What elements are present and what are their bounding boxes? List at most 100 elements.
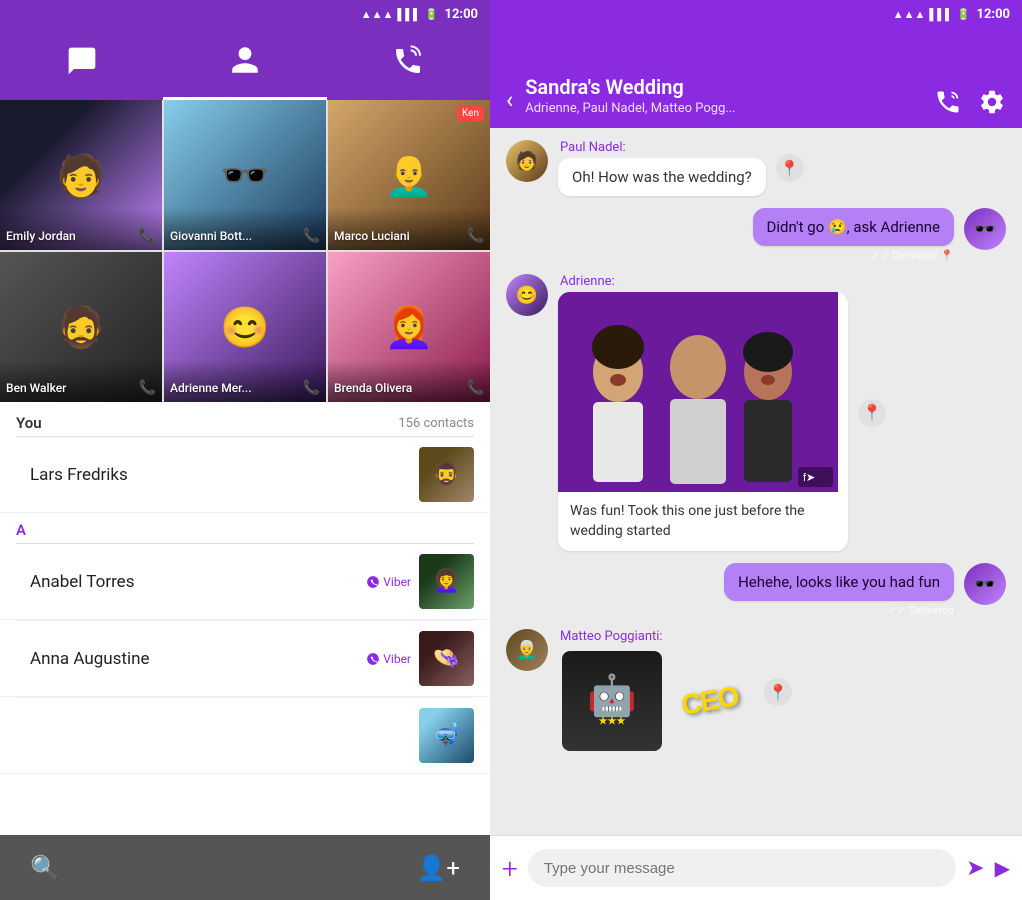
contact-item-lars[interactable]: Lars Fredriks 🧔‍♂️ xyxy=(0,437,490,513)
contacts-section-you-header: You 156 contacts xyxy=(0,402,490,436)
left-status-bar: ▲▲▲ ▌▌▌ 🔋 12:00 xyxy=(0,0,490,28)
contact-item-anna[interactable]: Anna Augustine Viber 👒 xyxy=(0,621,490,697)
svg-text:f➤: f➤ xyxy=(803,472,815,484)
anabel-photo: 👩‍🦱 xyxy=(419,554,474,609)
message-bubble-out2: Hehehe, looks like you had fun xyxy=(724,563,954,601)
right-header-actions xyxy=(934,88,1006,116)
add-button[interactable]: + xyxy=(502,852,518,885)
message-text-out1: Didn't go 😢, ask Adrienne xyxy=(767,218,940,236)
message-row-adrienne-media: 😊 Adrienne: xyxy=(506,274,1006,551)
chat-input-bar: + ➤ ▶ xyxy=(490,835,1022,900)
contact-info-anna: Anna Augustine xyxy=(30,649,366,669)
grid-item-phone-giovanni: 📞 xyxy=(303,228,320,244)
grid-item-ben[interactable]: 🧔 Ben Walker 📞 xyxy=(0,252,162,402)
grid-item-name-giovanni: Giovanni Bott... xyxy=(170,229,252,243)
anabel-viber-label: Viber xyxy=(383,575,411,589)
message-container-matteo: Matteo Poggianti: 🤖 ★★★ CEO xyxy=(558,629,754,755)
grid-item-phone-ben: 📞 xyxy=(139,380,156,396)
tab-contacts[interactable] xyxy=(163,30,326,100)
add-contact-button[interactable]: 👤+ xyxy=(417,854,461,882)
sender-adrienne: Adrienne: xyxy=(558,274,848,289)
viber-icon-anabel xyxy=(366,575,380,589)
chat-settings-button[interactable] xyxy=(978,88,1006,116)
message-text-out2: Hehehe, looks like you had fun xyxy=(738,573,940,591)
sticker-2: CEO xyxy=(670,661,750,741)
contact-item-extra[interactable]: 🤿 xyxy=(0,698,490,774)
grid-item-marco[interactable]: 👨‍🦲 Ken Marco Luciani 📞 xyxy=(328,100,490,250)
right-panel: ▲▲▲ ▌▌▌ 🔋 12:00 ‹ Sandra's Wedding Adrie… xyxy=(490,0,1022,900)
grid-item-giovanni[interactable]: 🕶️ Giovanni Bott... 📞 xyxy=(164,100,326,250)
sticker-group: 🤖 ★★★ CEO xyxy=(562,651,750,751)
sticker-bubble-matteo: 🤖 ★★★ CEO xyxy=(558,647,754,755)
grid-item-phone-adrienne: 📞 xyxy=(303,380,320,396)
right-header: ‹ Sandra's Wedding Adrienne, Paul Nadel,… xyxy=(490,28,1022,128)
location-pin-paul[interactable]: 📍 xyxy=(776,154,804,182)
contact-name-anabel: Anabel Torres xyxy=(30,572,134,592)
grid-item-name-emily: Emily Jordan xyxy=(6,229,76,243)
contact-name-anna: Anna Augustine xyxy=(30,649,150,669)
right-time: 12:00 xyxy=(977,7,1011,22)
anna-photo: 👒 xyxy=(419,631,474,686)
ceo-text: CEO xyxy=(679,680,741,722)
message-status-out1: ✓✓ Delivered 📍 xyxy=(753,249,954,262)
section-divider-a: A xyxy=(0,513,490,543)
sender-paul: Paul Nadel: xyxy=(558,140,766,155)
avatar-out2: 🕶️ xyxy=(964,563,1006,605)
anna-viber-badge: Viber xyxy=(366,652,411,666)
grid-item-brenda[interactable]: 👩‍🦰 Brenda Olivera 📞 xyxy=(328,252,490,402)
message-row-out2: 🕶️ Hehehe, looks like you had fun ✓✓ Del… xyxy=(506,563,1006,617)
message-row-paul: 🧑 Paul Nadel: Oh! How was the wedding? 📍 xyxy=(506,140,1006,196)
right-header-info: Sandra's Wedding Adrienne, Paul Nadel, M… xyxy=(525,75,922,116)
location-pin-adrienne[interactable]: 📍 xyxy=(858,399,886,427)
left-status-icons: ▲▲▲ ▌▌▌ 🔋 xyxy=(361,8,439,21)
search-button[interactable]: 🔍 xyxy=(30,854,60,882)
contacts-grid: 🧑 Emily Jordan 📞 🕶️ Giovanni Bott... 📞 👨… xyxy=(0,100,490,402)
grid-item-name-brenda: Brenda Olivera xyxy=(334,381,412,395)
delivered-text-out1: ✓✓ Delivered xyxy=(871,249,937,262)
grid-item-emily[interactable]: 🧑 Emily Jordan 📞 xyxy=(0,100,162,250)
grid-item-overlay-ben: Ben Walker 📞 xyxy=(0,360,162,402)
location-pin-matteo[interactable]: 📍 xyxy=(764,678,792,706)
message-container-out1: Didn't go 😢, ask Adrienne ✓✓ Delivered 📍 xyxy=(753,208,954,262)
message-container-adrienne-media: Adrienne: xyxy=(558,274,848,551)
message-container-paul: Paul Nadel: Oh! How was the wedding? xyxy=(558,140,766,196)
avatar-out1: 🕶️ xyxy=(964,208,1006,250)
grid-item-phone-marco: 📞 xyxy=(467,228,484,244)
media-bubble-adrienne[interactable]: f➤ Was fun! Took this one just before th… xyxy=(558,292,848,551)
contact-info-anabel: Anabel Torres xyxy=(30,572,366,592)
grid-item-name-adrienne: Adrienne Mer... xyxy=(170,381,252,395)
grid-item-overlay-giovanni: Giovanni Bott... 📞 xyxy=(164,208,326,250)
right-status-icons: ▲▲▲ ▌▌▌ 🔋 xyxy=(893,8,971,21)
send-button[interactable]: ➤ xyxy=(966,856,984,881)
grid-item-overlay-adrienne: Adrienne Mer... 📞 xyxy=(164,360,326,402)
message-text-paul: Oh! How was the wedding? xyxy=(572,168,752,186)
chat-phone-button[interactable] xyxy=(934,88,962,116)
sticker-1-emoji: 🤖 xyxy=(587,676,637,716)
lars-photo: 🧔‍♂️ xyxy=(419,447,474,502)
tab-chats[interactable] xyxy=(0,30,163,100)
person-icon xyxy=(229,44,261,76)
tab-phone[interactable] xyxy=(327,30,490,100)
contact-item-anabel[interactable]: Anabel Torres Viber 👩‍🦱 xyxy=(0,544,490,620)
message-status-out2: ✓✓ Delivered xyxy=(724,604,954,617)
back-button[interactable]: ‹ xyxy=(506,86,513,116)
arrow-button[interactable]: ▶ xyxy=(995,856,1010,880)
media-image-adrienne: f➤ xyxy=(558,292,838,492)
contact-info-lars: Lars Fredriks xyxy=(30,465,419,485)
sender-matteo: Matteo Poggianti: xyxy=(558,629,754,644)
grid-item-overlay-marco: Marco Luciani 📞 xyxy=(328,208,490,250)
message-bubble-paul: Oh! How was the wedding? xyxy=(558,158,766,196)
contacts-count: 156 contacts xyxy=(398,416,474,431)
grid-item-overlay-emily: Emily Jordan 📞 xyxy=(0,208,162,250)
grid-item-name-marco: Marco Luciani xyxy=(334,229,410,243)
contacts-list[interactable]: You 156 contacts Lars Fredriks 🧔‍♂️ A An… xyxy=(0,402,490,835)
message-bubble-out1: Didn't go 😢, ask Adrienne xyxy=(753,208,954,246)
message-input[interactable] xyxy=(528,849,956,887)
grid-item-name-ben: Ben Walker xyxy=(6,381,66,395)
chat-messages[interactable]: 🧑 Paul Nadel: Oh! How was the wedding? 📍… xyxy=(490,128,1022,835)
media-caption-adrienne: Was fun! Took this one just before the w… xyxy=(558,492,848,551)
grid-item-adrienne[interactable]: 😊 Adrienne Mer... 📞 xyxy=(164,252,326,402)
chat-bubble-icon xyxy=(66,45,98,77)
grid-item-phone-emily: 📞 xyxy=(139,228,156,244)
signal-icon: ▌▌▌ xyxy=(397,8,420,21)
